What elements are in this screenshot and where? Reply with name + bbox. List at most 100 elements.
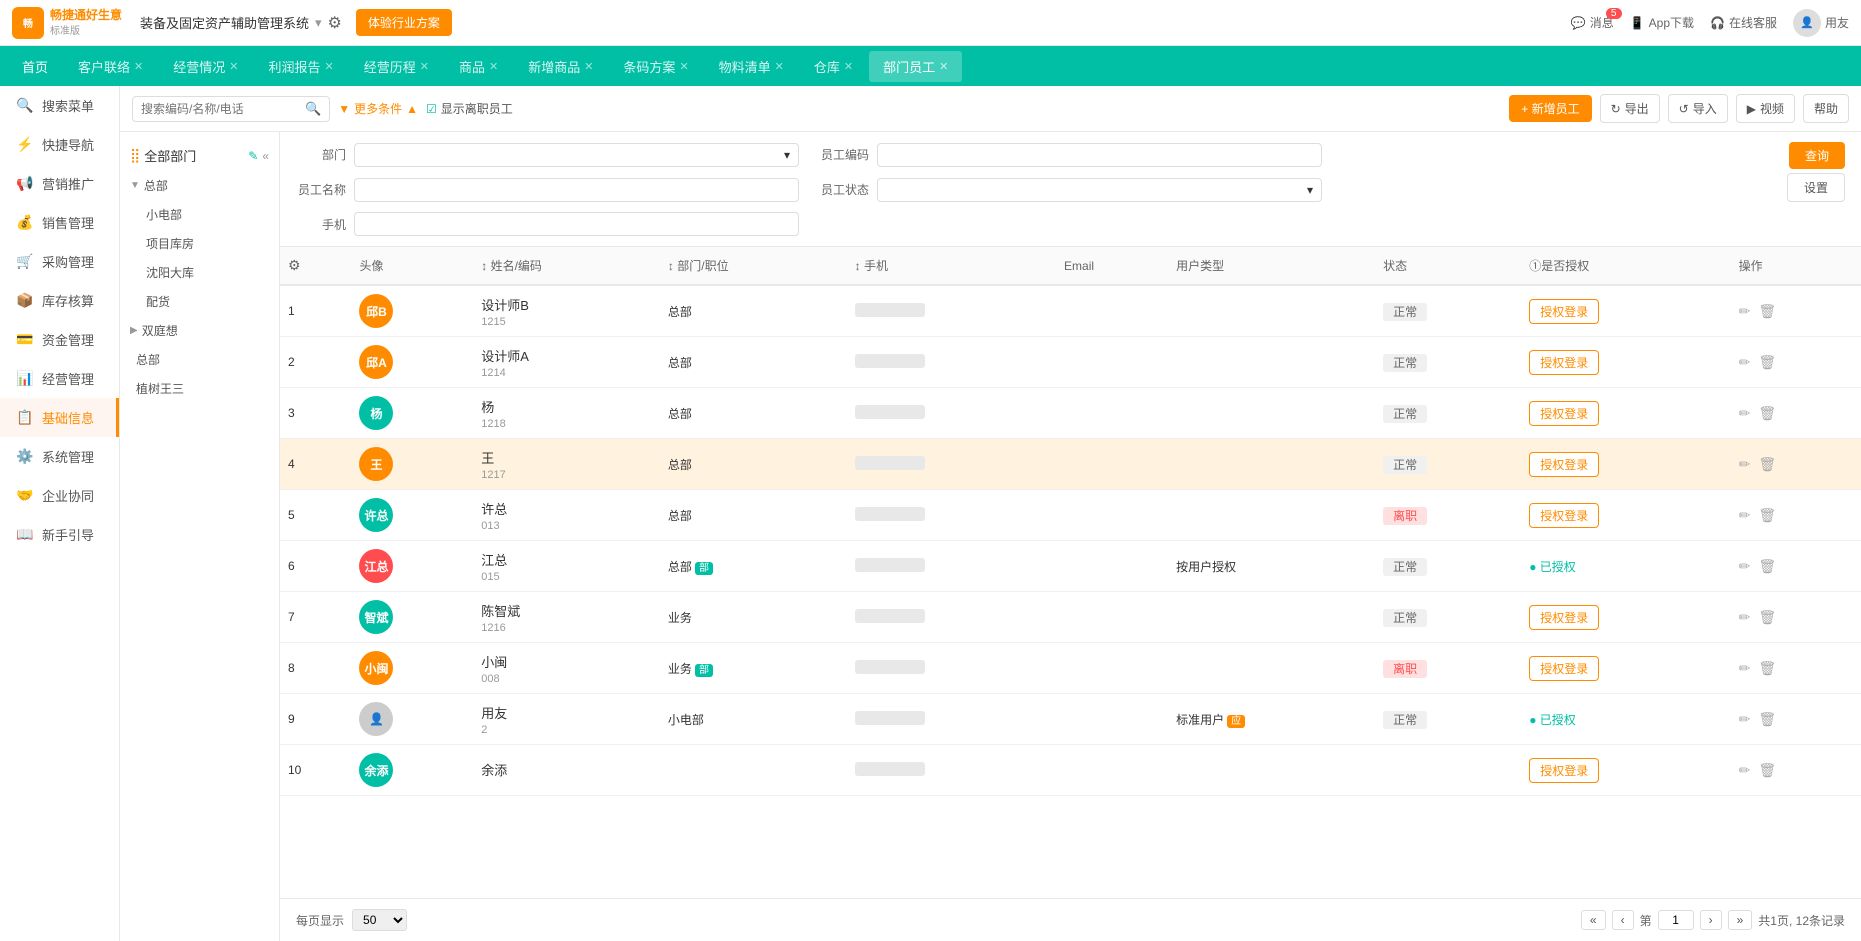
sidebar-item-finance[interactable]: 💳 资金管理 (0, 320, 119, 359)
col-setting-icon[interactable]: ⚙ (288, 257, 301, 273)
delete-icon[interactable]: 🗑 (1758, 456, 1776, 473)
col-setting[interactable]: ⚙ (280, 247, 351, 285)
app-download-btn[interactable]: 📱 App下载 (1630, 14, 1694, 31)
tab-add-goods[interactable]: 新增商品 ✕ (514, 51, 607, 82)
online-service-btn[interactable]: 🎧 在线客服 (1710, 14, 1777, 31)
tab-close-icon[interactable]: ✕ (134, 60, 143, 73)
filter-search-button[interactable]: 查询 (1789, 142, 1845, 169)
edit-icon[interactable]: ✏ (1739, 405, 1751, 422)
tab-close-icon[interactable]: ✕ (325, 60, 334, 73)
tab-warehouse[interactable]: 仓库 ✕ (800, 51, 867, 82)
settings-icon[interactable]: ⚙ (328, 13, 342, 33)
messages-btn[interactable]: 💬 消息 5 (1571, 14, 1614, 31)
delete-icon[interactable]: 🗑 (1758, 711, 1776, 728)
more-filter-btn[interactable]: ▼ 更多条件 ▲ (338, 100, 418, 117)
sidebar-item-sales[interactable]: 💰 销售管理 (0, 203, 119, 242)
delete-icon[interactable]: 🗑 (1758, 354, 1776, 371)
filter-dept-select[interactable]: ▾ (354, 143, 799, 167)
export-button[interactable]: ↻ 导出 (1600, 94, 1660, 123)
show-resigned-checkbox[interactable]: ☑ 显示离职员工 (426, 100, 513, 117)
dept-collapse-icon[interactable]: « (262, 149, 269, 163)
col-phone[interactable]: ↕ 手机 (847, 247, 1056, 285)
delete-icon[interactable]: 🗑 (1758, 762, 1776, 779)
edit-icon[interactable]: ✏ (1739, 507, 1751, 524)
tab-close-icon[interactable]: ✕ (584, 60, 593, 73)
auth-login-button[interactable]: 授权登录 (1529, 503, 1599, 528)
delete-icon[interactable]: 🗑 (1758, 558, 1776, 575)
sidebar-item-basic-info[interactable]: 📋 基础信息 (0, 398, 119, 437)
sidebar-item-operations[interactable]: 📊 经营管理 (0, 359, 119, 398)
sidebar-item-guide[interactable]: 📖 新手引导 (0, 515, 119, 554)
auth-login-button[interactable]: 授权登录 (1529, 656, 1599, 681)
edit-icon[interactable]: ✏ (1739, 354, 1751, 371)
tab-barcode[interactable]: 条码方案 ✕ (609, 51, 702, 82)
next-page-btn[interactable]: › (1700, 910, 1722, 930)
filter-empcode-input[interactable] (877, 143, 1322, 167)
tab-bom[interactable]: 物料清单 ✕ (705, 51, 798, 82)
sidebar-item-system[interactable]: ⚙️ 系统管理 (0, 437, 119, 476)
search-box[interactable]: 🔍 (132, 96, 330, 122)
tree-item-zongbu[interactable]: 总部 (120, 345, 279, 374)
delete-icon[interactable]: 🗑 (1758, 660, 1776, 677)
auth-login-button[interactable]: 授权登录 (1529, 758, 1599, 783)
view-button[interactable]: ▶ 视频 (1736, 94, 1795, 123)
delete-icon[interactable]: 🗑 (1758, 507, 1776, 524)
tree-item-zhishu[interactable]: 植树王三 (120, 374, 279, 403)
sidebar-item-search[interactable]: 🔍 搜索菜单 (0, 86, 119, 125)
delete-icon[interactable]: 🗑 (1758, 609, 1776, 626)
tab-dept-employee[interactable]: 部门员工 ✕ (869, 51, 962, 82)
help-button[interactable]: 帮助 (1803, 94, 1849, 123)
sidebar-item-collab[interactable]: 🤝 企业协同 (0, 476, 119, 515)
tab-close-icon[interactable]: ✕ (844, 60, 853, 73)
auth-login-button[interactable]: 授权登录 (1529, 452, 1599, 477)
edit-icon[interactable]: ✏ (1739, 609, 1751, 626)
tree-group-shuangting[interactable]: ▶ 双庭想 (120, 316, 279, 345)
edit-icon[interactable]: ✏ (1739, 762, 1751, 779)
tab-customer[interactable]: 客户联络 ✕ (64, 51, 157, 82)
tree-item-xiaodian[interactable]: 小电部 (130, 200, 279, 229)
filter-set-button[interactable]: 设置 (1787, 173, 1845, 202)
tab-goods[interactable]: 商品 ✕ (445, 51, 512, 82)
tab-close-icon[interactable]: ✕ (229, 60, 238, 73)
tab-close-icon[interactable]: ✕ (420, 60, 429, 73)
filter-empname-input[interactable] (354, 178, 799, 202)
tree-item-project[interactable]: 项目库房 (130, 229, 279, 258)
edit-icon[interactable]: ✏ (1739, 558, 1751, 575)
delete-icon[interactable]: 🗑 (1758, 405, 1776, 422)
delete-icon[interactable]: 🗑 (1758, 303, 1776, 320)
import-button[interactable]: ↺ 导入 (1668, 94, 1728, 123)
search-input[interactable] (141, 102, 301, 116)
tree-item-peihuo[interactable]: 配货 (130, 287, 279, 316)
tab-history[interactable]: 经营历程 ✕ (350, 51, 443, 82)
auth-login-button[interactable]: 授权登录 (1529, 401, 1599, 426)
tab-business[interactable]: 经营情况 ✕ (159, 51, 252, 82)
last-page-btn[interactable]: » (1728, 910, 1753, 930)
tree-item-shenyang[interactable]: 沈阳大库 (130, 258, 279, 287)
sidebar-item-quicknav[interactable]: ⚡ 快捷导航 (0, 125, 119, 164)
edit-icon[interactable]: ✏ (1739, 456, 1751, 473)
per-page-select[interactable]: 50 20 100 (352, 909, 407, 931)
sidebar-item-inventory[interactable]: 📦 库存核算 (0, 281, 119, 320)
tab-close-icon[interactable]: ✕ (489, 60, 498, 73)
col-name[interactable]: ↕ 姓名/编码 (473, 247, 660, 285)
user-menu[interactable]: 👤 用友 (1793, 9, 1849, 37)
tab-home[interactable]: 首页 (8, 51, 62, 82)
sidebar-item-purchase[interactable]: 🛒 采购管理 (0, 242, 119, 281)
tab-close-icon[interactable]: ✕ (679, 60, 688, 73)
col-dept[interactable]: ↕ 部门/职位 (660, 247, 847, 285)
first-page-btn[interactable]: « (1581, 910, 1606, 930)
prev-page-btn[interactable]: ‹ (1612, 910, 1634, 930)
add-employee-button[interactable]: + 新增员工 (1509, 95, 1591, 122)
dept-edit-icon[interactable]: ✎ (248, 149, 258, 163)
system-dropdown-icon[interactable]: ▾ (315, 15, 322, 31)
page-input[interactable] (1658, 910, 1694, 930)
trial-button[interactable]: 体验行业方案 (356, 9, 452, 36)
tab-profit[interactable]: 利润报告 ✕ (254, 51, 347, 82)
sidebar-item-marketing[interactable]: 📢 营销推广 (0, 164, 119, 203)
filter-status-select[interactable]: ▾ (877, 178, 1322, 202)
auth-login-button[interactable]: 授权登录 (1529, 299, 1599, 324)
tree-group-main[interactable]: ▼ 总部 (120, 171, 279, 200)
edit-icon[interactable]: ✏ (1739, 660, 1751, 677)
auth-login-button[interactable]: 授权登录 (1529, 605, 1599, 630)
auth-login-button[interactable]: 授权登录 (1529, 350, 1599, 375)
